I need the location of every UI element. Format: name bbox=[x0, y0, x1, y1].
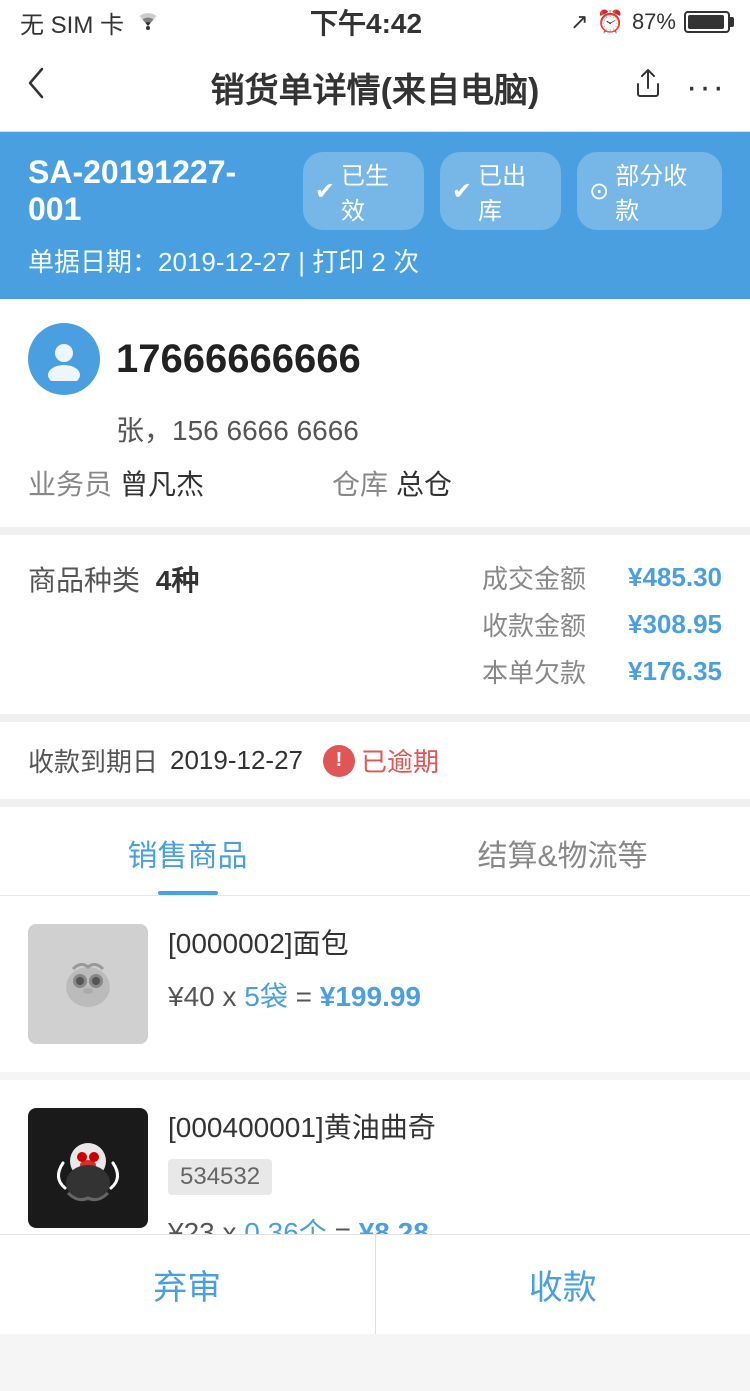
product-thumbnail bbox=[28, 1108, 148, 1228]
tab-products[interactable]: 销售商品 bbox=[0, 807, 375, 895]
status-left: 无 SIM 卡 bbox=[20, 5, 162, 40]
product-item: [0000002]面包 ¥40 x 5袋 = ¥199.99 bbox=[0, 896, 750, 1072]
summary-left: 商品种类 4种 bbox=[28, 559, 199, 690]
carrier-text: 无 SIM 卡 bbox=[20, 5, 124, 40]
back-button[interactable] bbox=[24, 55, 64, 120]
avatar bbox=[28, 323, 100, 395]
product-thumbnail bbox=[28, 924, 148, 1044]
customer-section: 17666666666 张，156 6666 6666 业务员 曾凡杰 仓库 总… bbox=[0, 299, 750, 535]
clock-icon: ⊙ bbox=[589, 177, 609, 206]
received-row: 收款金额 ¥308.95 bbox=[482, 606, 722, 643]
debt-row: 本单欠款 ¥176.35 bbox=[482, 653, 722, 690]
cancel-button[interactable]: 弃审 bbox=[0, 1235, 376, 1334]
battery-text: 87% bbox=[632, 9, 676, 35]
summary-section: 商品种类 4种 成交金额 ¥485.30 收款金额 ¥308.95 本单欠款 ¥… bbox=[0, 535, 750, 722]
due-section: 收款到期日 2019-12-27 ! 已逾期 bbox=[0, 722, 750, 807]
product-price: ¥40 x 5袋 = ¥199.99 bbox=[168, 975, 722, 1015]
order-meta: 单据日期：2019-12-27 | 打印 2 次 bbox=[28, 242, 722, 279]
nav-bar: 销货单详情(来自电脑) ··· bbox=[0, 44, 750, 132]
customer-name: 17666666666 bbox=[116, 337, 361, 382]
product-name: [000400001]黄油曲奇 bbox=[168, 1108, 722, 1147]
wifi-icon bbox=[134, 8, 162, 37]
badge-effective: ✔ 已生效 bbox=[303, 152, 424, 230]
check2-icon: ✔ bbox=[452, 177, 472, 206]
warehouse-meta: 仓库 总仓 bbox=[332, 463, 452, 503]
check-icon: ✔ bbox=[315, 177, 335, 206]
status-bar: 无 SIM 卡 下午4:42 ↗ ⏰ 87% bbox=[0, 0, 750, 44]
order-banner: SA-20191227-001 ✔ 已生效 ✔ 已出库 ⊙ 部分收款 单据日期：… bbox=[0, 132, 750, 299]
overdue-badge: ! 已逾期 bbox=[323, 742, 439, 779]
tabs: 销售商品 结算&物流等 bbox=[0, 807, 750, 896]
product-info: [0000002]面包 ¥40 x 5袋 = ¥199.99 bbox=[168, 924, 722, 1015]
sales-meta: 业务员 曾凡杰 bbox=[28, 463, 204, 503]
customer-meta: 业务员 曾凡杰 仓库 总仓 bbox=[28, 463, 722, 503]
bottom-bar: 弃审 收款 bbox=[0, 1234, 750, 1334]
amount-row: 成交金额 ¥485.30 bbox=[482, 559, 722, 596]
summary-right: 成交金额 ¥485.30 收款金额 ¥308.95 本单欠款 ¥176.35 bbox=[482, 559, 722, 690]
product-info: [000400001]黄油曲奇 534532 ¥23 x 0.36个 = ¥8.… bbox=[168, 1108, 722, 1251]
share-button[interactable] bbox=[630, 66, 666, 110]
tab-settlement[interactable]: 结算&物流等 bbox=[375, 807, 750, 895]
more-button[interactable]: ··· bbox=[686, 68, 726, 107]
location-icon: ↗ bbox=[570, 9, 588, 35]
order-id: SA-20191227-001 bbox=[28, 154, 287, 228]
overdue-icon: ! bbox=[323, 745, 355, 777]
battery-icon bbox=[684, 11, 730, 33]
product-name: [0000002]面包 bbox=[168, 924, 722, 963]
badge-shipped: ✔ 已出库 bbox=[440, 152, 561, 230]
alarm-icon: ⏰ bbox=[597, 9, 624, 35]
product-tag: 534532 bbox=[168, 1159, 272, 1195]
customer-detail: 张，156 6666 6666 bbox=[28, 409, 722, 449]
status-time: 下午4:42 bbox=[310, 2, 422, 42]
confirm-button[interactable]: 收款 bbox=[376, 1235, 750, 1334]
page-title: 销货单详情(来自电脑) bbox=[211, 63, 540, 112]
status-right: ↗ ⏰ 87% bbox=[570, 9, 730, 35]
badge-partial: ⊙ 部分收款 bbox=[577, 152, 722, 230]
nav-actions: ··· bbox=[630, 66, 726, 110]
